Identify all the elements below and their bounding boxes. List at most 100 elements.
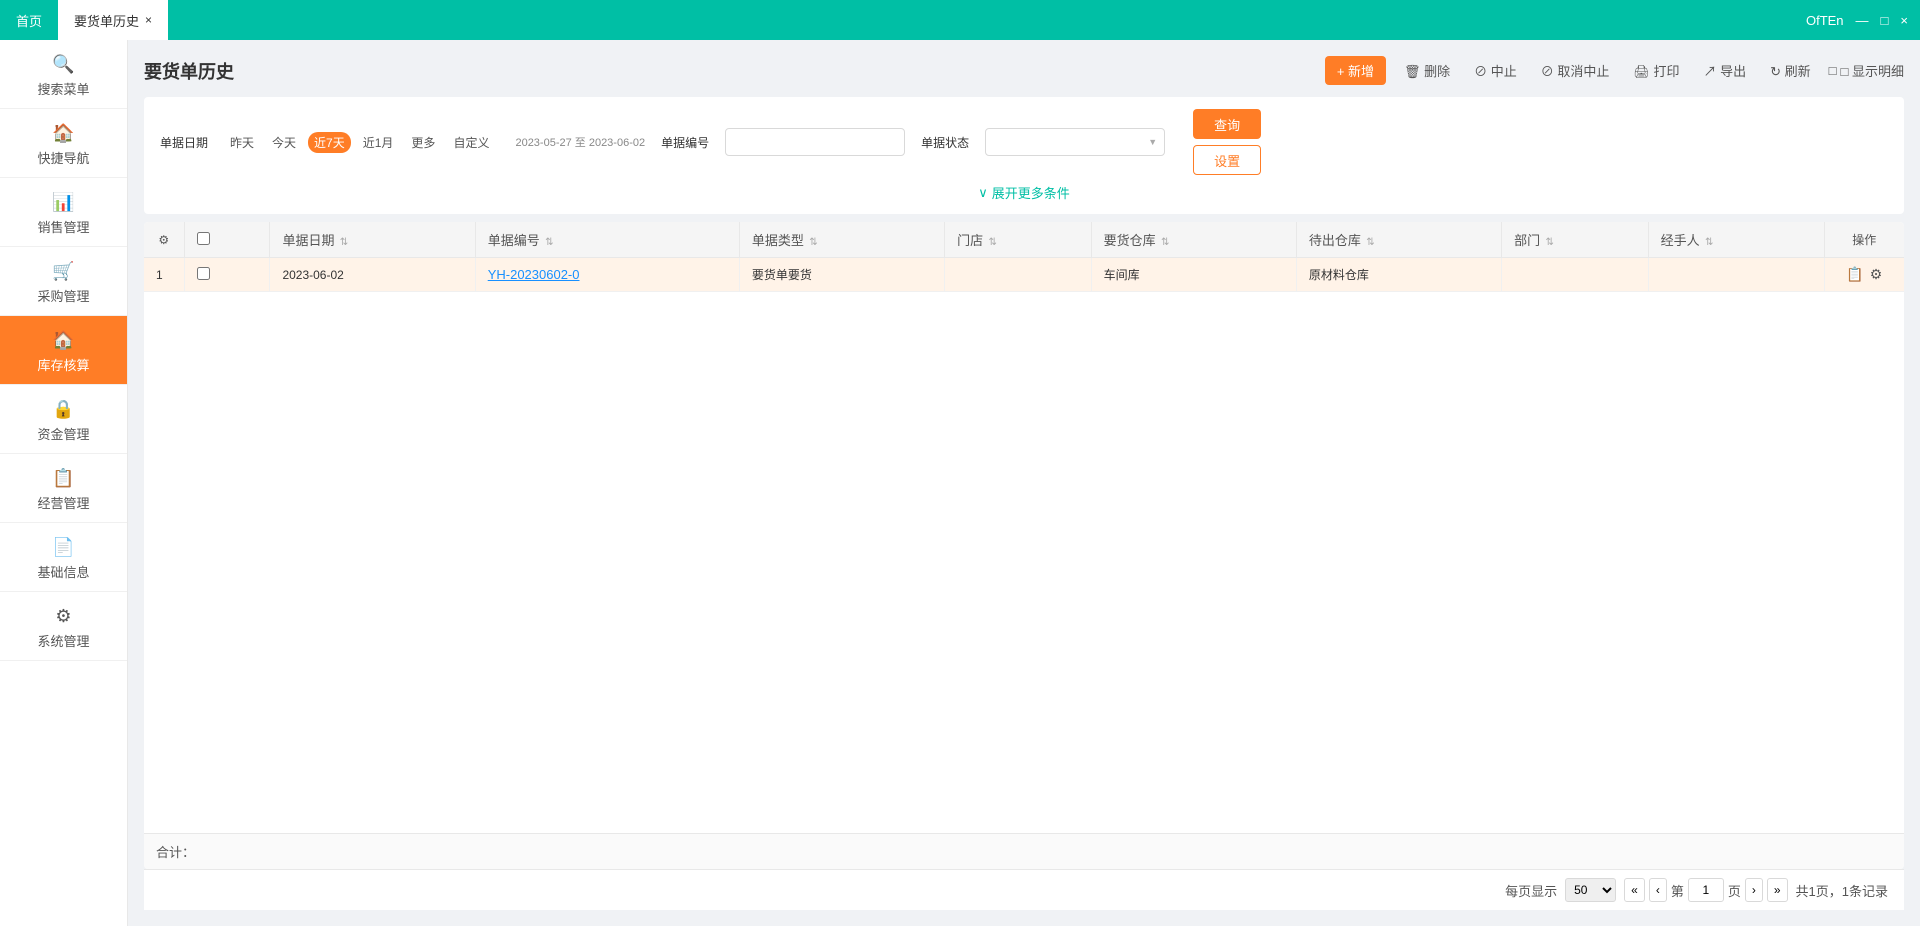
pagination-bar: 每页显示 50 20 100 « ‹ 第 页 › » 共1页，1条记录 xyxy=(144,869,1904,910)
display-cell-toggle[interactable]: □ □ 显示明细 xyxy=(1829,61,1904,80)
sidebar-item-sales[interactable]: 📊 销售管理 xyxy=(0,178,127,247)
page-title: 要货单历史 xyxy=(144,58,1325,84)
close-tab-icon[interactable]: × xyxy=(145,13,152,27)
date-option-custom[interactable]: 自定义 xyxy=(447,132,495,153)
status-select-wrapper xyxy=(985,128,1165,156)
content-area: 要货单历史 + 新增 🗑 删除 ⊘ 中止 ⊘ 取消中止 🖨 打印 ↗ 导出 ↻ … xyxy=(128,40,1920,926)
per-page-select[interactable]: 50 20 100 xyxy=(1565,878,1616,902)
select-all-checkbox[interactable] xyxy=(197,232,210,245)
cell-no[interactable]: YH-20230602-0 xyxy=(475,258,739,292)
more-row-icon[interactable]: ⚙ xyxy=(1870,266,1883,283)
tab-home[interactable]: 首页 xyxy=(0,0,58,40)
sort-req-icon[interactable]: ⇅ xyxy=(1161,237,1169,248)
table-area: ⚙ 单据日期 ⇅ 单据编号 ⇅ 单据类型 xyxy=(144,222,1904,869)
delete-button[interactable]: 🗑 删除 xyxy=(1398,57,1456,84)
refresh-button[interactable]: ↻ 刷新 xyxy=(1764,57,1817,84)
col-settings[interactable]: ⚙ xyxy=(144,222,184,258)
prev-page-button[interactable]: ‹ xyxy=(1649,878,1667,902)
minimize-icon[interactable]: — xyxy=(1856,13,1869,28)
date-option-yesterday[interactable]: 昨天 xyxy=(224,132,260,153)
date-options: 昨天 今天 近7天 近1月 更多 自定义 xyxy=(224,132,495,153)
sidebar-item-quicknav[interactable]: 🏠 快捷导航 xyxy=(0,109,127,178)
sidebar-item-purchase[interactable]: 🛒 采购管理 xyxy=(0,247,127,316)
top-bar: 首页 要货单历史 × OfTEn — □ × xyxy=(0,0,1920,40)
next-page-button[interactable]: › xyxy=(1745,878,1763,902)
date-option-more[interactable]: 更多 xyxy=(405,132,441,153)
per-page-label: 每页显示 xyxy=(1505,881,1557,900)
table-wrapper: ⚙ 单据日期 ⇅ 单据编号 ⇅ 单据类型 xyxy=(144,222,1904,833)
expand-more-btn[interactable]: ∨ 展开更多条件 xyxy=(160,183,1888,202)
page-nav: « ‹ 第 页 › » xyxy=(1624,878,1787,902)
tab-history[interactable]: 要货单历史 × xyxy=(58,0,168,40)
last-page-button[interactable]: » xyxy=(1767,878,1788,902)
stop-button[interactable]: ⊘ 中止 xyxy=(1468,57,1523,84)
maximize-icon[interactable]: □ xyxy=(1881,13,1889,28)
page-input[interactable] xyxy=(1688,878,1724,902)
query-button[interactable]: 查询 xyxy=(1193,109,1261,139)
sidebar-item-finance[interactable]: 🔒 资金管理 xyxy=(0,385,127,454)
date-option-last1m[interactable]: 近1月 xyxy=(357,132,400,153)
main-layout: 🔍 搜索菜单 🏠 快捷导航 📊 销售管理 🛒 采购管理 🏠 库存核算 🔒 资金管… xyxy=(0,40,1920,926)
order-no-input[interactable] xyxy=(725,128,905,156)
cell-actions: 📋 ⚙ xyxy=(1824,258,1904,292)
sidebar-item-basic[interactable]: 📄 基础信息 xyxy=(0,523,127,592)
sort-date-icon[interactable]: ⇅ xyxy=(340,237,348,248)
date-option-last7[interactable]: 近7天 xyxy=(308,132,351,153)
page-header: 要货单历史 + 新增 🗑 删除 ⊘ 中止 ⊘ 取消中止 🖨 打印 ↗ 导出 ↻ … xyxy=(144,56,1904,85)
sidebar-item-operations[interactable]: 📋 经营管理 xyxy=(0,454,127,523)
brand-label: OfTEn xyxy=(1806,13,1844,28)
cell-pending-warehouse: 原材料仓库 xyxy=(1296,258,1501,292)
export-button[interactable]: ↗ 导出 xyxy=(1698,57,1753,84)
sort-dept-icon[interactable]: ⇅ xyxy=(1545,237,1553,248)
date-range: 2023-05-27 至 2023-06-02 xyxy=(515,134,645,150)
print-button[interactable]: 🖨 打印 xyxy=(1627,57,1685,84)
cell-store xyxy=(945,258,1091,292)
status-select[interactable] xyxy=(985,128,1165,156)
edit-row-icon[interactable]: 📋 xyxy=(1846,266,1863,283)
sidebar-item-label: 销售管理 xyxy=(37,217,89,236)
order-no-label: 单据编号 xyxy=(661,134,709,151)
sidebar-item-label: 搜索菜单 xyxy=(37,79,89,98)
sort-type-icon[interactable]: ⇅ xyxy=(809,237,817,248)
sort-pending-icon[interactable]: ⇅ xyxy=(1366,237,1374,248)
warehouse-icon: 🏠 xyxy=(52,330,74,351)
cell-handler xyxy=(1648,258,1824,292)
col-req-warehouse: 要货仓库 ⇅ xyxy=(1091,222,1296,258)
filter-row: 单据日期 昨天 今天 近7天 近1月 更多 自定义 2023-05-27 至 2… xyxy=(160,109,1888,175)
row-actions: 📋 ⚙ xyxy=(1837,266,1893,283)
sidebar-item-label: 快捷导航 xyxy=(37,148,89,167)
clipboard-icon: 📋 xyxy=(52,468,74,489)
sidebar-item-label: 资金管理 xyxy=(37,424,89,443)
first-page-button[interactable]: « xyxy=(1624,878,1645,902)
doc-icon: 📄 xyxy=(52,537,74,558)
date-option-today[interactable]: 今天 xyxy=(266,132,302,153)
sidebar-item-search[interactable]: 🔍 搜索菜单 xyxy=(0,40,127,109)
col-actions: 操作 xyxy=(1824,222,1904,258)
col-pending-warehouse: 待出仓库 ⇅ xyxy=(1296,222,1501,258)
col-dept: 部门 ⇅ xyxy=(1502,222,1648,258)
data-table: ⚙ 单据日期 ⇅ 单据编号 ⇅ 单据类型 xyxy=(144,222,1904,292)
col-date: 单据日期 ⇅ xyxy=(270,222,475,258)
date-label: 单据日期 xyxy=(160,134,208,151)
sidebar-item-inventory[interactable]: 🏠 库存核算 xyxy=(0,316,127,385)
sidebar: 🔍 搜索菜单 🏠 快捷导航 📊 销售管理 🛒 采购管理 🏠 库存核算 🔒 资金管… xyxy=(0,40,128,926)
sort-store-icon[interactable]: ⇅ xyxy=(989,237,997,248)
sidebar-item-label: 库存核算 xyxy=(37,355,89,374)
sort-no-icon[interactable]: ⇅ xyxy=(545,237,553,248)
table-header-row: ⚙ 单据日期 ⇅ 单据编号 ⇅ 单据类型 xyxy=(144,222,1904,258)
new-button[interactable]: + 新增 xyxy=(1325,56,1386,85)
row-checkbox[interactable] xyxy=(197,267,210,280)
close-window-icon[interactable]: × xyxy=(1900,13,1908,28)
col-store: 门店 ⇅ xyxy=(945,222,1091,258)
sort-handler-icon[interactable]: ⇅ xyxy=(1705,237,1713,248)
status-label: 单据状态 xyxy=(921,134,969,151)
pagination-summary: 共1页，1条记录 xyxy=(1796,881,1888,900)
cell-checkbox xyxy=(184,258,270,292)
gear-icon: ⚙ xyxy=(55,606,71,627)
table-row: 1 2023-06-02 YH-20230602-0 要货单要货 车间库 原材料… xyxy=(144,258,1904,292)
settings-button[interactable]: 设置 xyxy=(1193,145,1261,175)
home-icon: 🏠 xyxy=(52,123,74,144)
toolbar: + 新增 🗑 删除 ⊘ 中止 ⊘ 取消中止 🖨 打印 ↗ 导出 ↻ 刷新 □ □… xyxy=(1325,56,1904,85)
sidebar-item-system[interactable]: ⚙ 系统管理 xyxy=(0,592,127,661)
cancel-stop-button[interactable]: ⊘ 取消中止 xyxy=(1535,57,1616,84)
